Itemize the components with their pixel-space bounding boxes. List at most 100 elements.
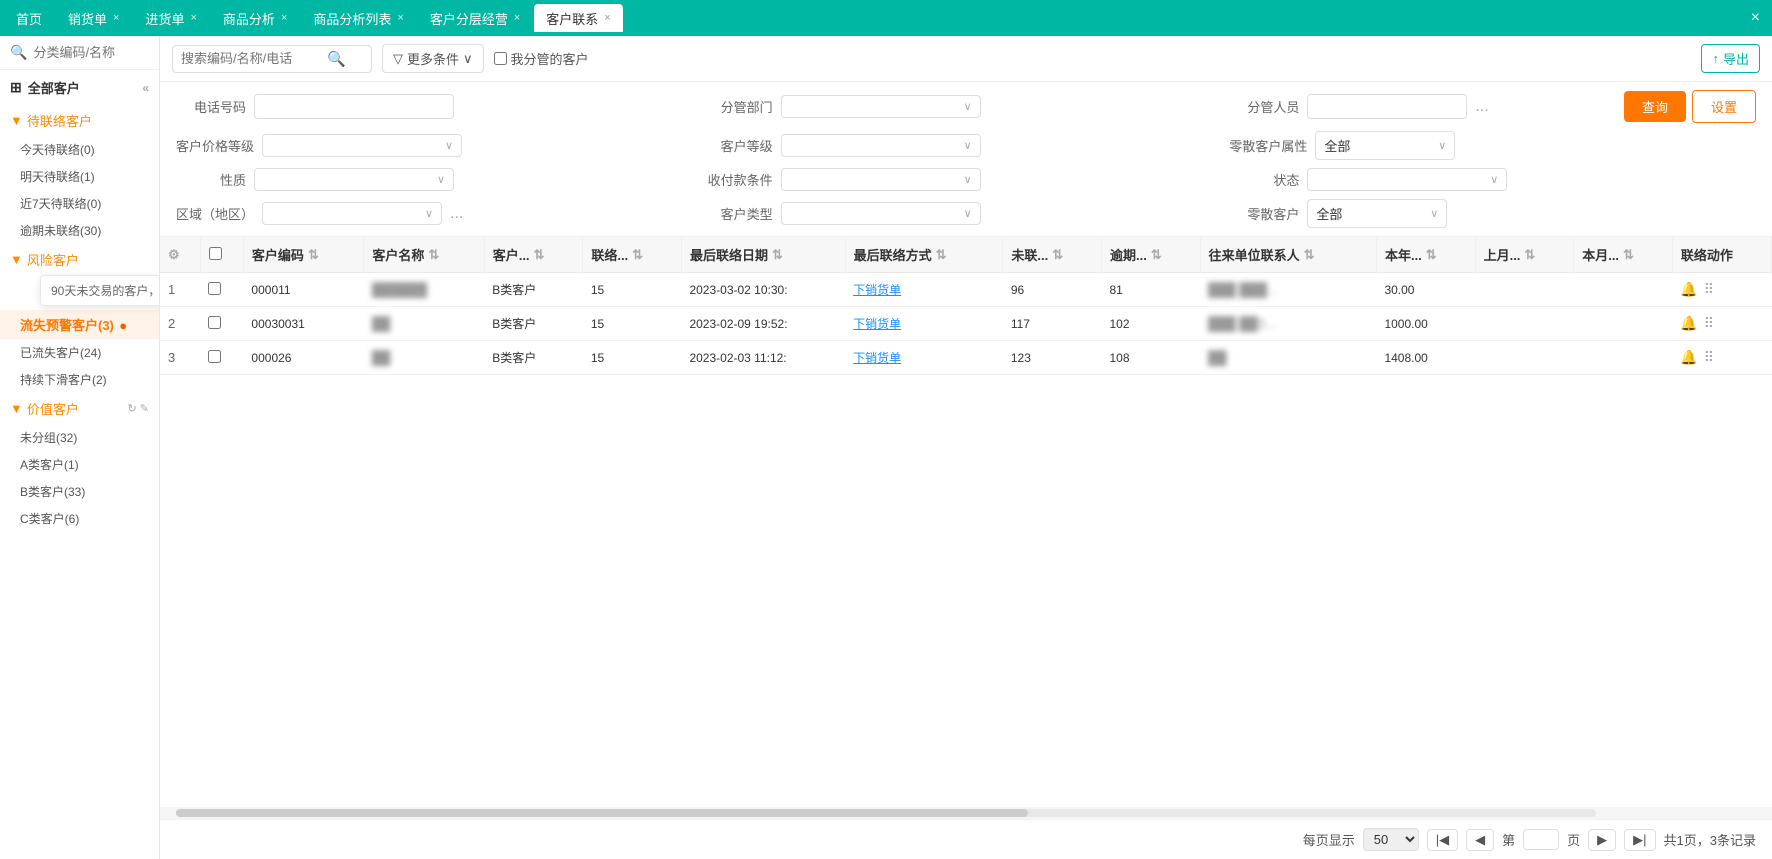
more-icon-3[interactable]: ⠿ [1704,349,1714,366]
contact-icon-1[interactable]: 🔔 [1680,281,1697,298]
col-type[interactable]: 客户... ⇅ [484,237,583,273]
scroll-thumb[interactable] [176,809,1028,817]
sidebar-item-overdue-pending[interactable]: 逾期未联络(30) [0,217,159,244]
customer-type-select[interactable]: ∨ [781,202,981,225]
sidebar-group-risk[interactable]: ▼ 风险客户 [0,244,159,275]
first-page-btn[interactable]: |◀ [1427,829,1458,851]
tab-close-customer-layer[interactable]: × [514,12,520,24]
sort-icon-contact-person: ⇅ [1304,247,1315,263]
area-dots[interactable]: ... [450,205,463,223]
tab-customer-contact[interactable]: 客户联系 × [534,4,622,32]
sidebar-item-class-a[interactable]: A类客户(1) [0,451,159,478]
row-select-3[interactable] [208,350,221,363]
sidebar-group-value[interactable]: ▼ 价值客户 ↻ ✎ [0,393,159,424]
col-last-date[interactable]: 最后联络日期 ⇅ [681,237,845,273]
close-window-icon[interactable]: × [1743,9,1768,27]
tab-home[interactable]: 首页 [4,4,54,32]
tab-product-list[interactable]: 商品分析列表 × [301,4,415,32]
search-input[interactable] [181,51,321,66]
more-filter-button[interactable]: ▽ 更多条件 ∨ [382,44,484,73]
retail-customer-select[interactable]: 全部 ∨ [1307,199,1447,228]
tab-close-product-analysis[interactable]: × [281,12,287,24]
export-button[interactable]: ↑ 导出 [1701,44,1760,73]
area-select[interactable]: ∨ [262,202,442,225]
scroll-track[interactable] [176,809,1596,817]
per-page-select[interactable]: 50 100 200 [1363,828,1419,851]
manager-input[interactable] [1307,94,1467,119]
tab-purchase[interactable]: 进货单 × [133,4,208,32]
tab-customer-layer[interactable]: 客户分层经营 × [418,4,532,32]
sidebar-item-today-pending[interactable]: 今天待联络(0) [0,136,159,163]
select-all-checkbox[interactable] [209,247,222,260]
my-customers-checkbox[interactable] [494,52,507,65]
row-method-3[interactable]: 下销货单 [845,341,1003,375]
row-select-1[interactable] [208,282,221,295]
sidebar-item-ungrouped[interactable]: 未分组(32) [0,424,159,451]
tab-close-customer-contact[interactable]: × [604,12,610,24]
table-settings-icon[interactable]: ⚙ [168,247,180,262]
row-type-2: B类客户 [484,307,583,341]
row-checkbox-1[interactable] [200,273,243,307]
row-method-2[interactable]: 下销货单 [845,307,1003,341]
sidebar-group-pending[interactable]: ▼ 待联络客户 [0,105,159,136]
search-submit-icon[interactable]: 🔍 [327,50,346,68]
sidebar-item-class-c[interactable]: C类客户(6) [0,505,159,532]
last-page-btn[interactable]: ▶| [1624,829,1655,851]
row-method-1[interactable]: 下销货单 [845,273,1003,307]
manager-dots[interactable]: ... [1475,98,1488,116]
row-checkbox-2[interactable] [200,307,243,341]
dept-select[interactable]: ∨ [781,95,981,118]
sidebar-root[interactable]: ⊞ 全部客户 « [0,70,159,105]
next-page-btn[interactable]: ▶ [1588,829,1616,851]
sidebar-search-input[interactable] [33,45,149,60]
horizontal-scrollbar[interactable] [160,807,1772,819]
page-input[interactable]: 1 [1523,829,1559,850]
gender-select[interactable]: ∨ [254,168,454,191]
prev-page-btn[interactable]: ◀ [1466,829,1494,851]
col-last-method[interactable]: 最后联络方式 ⇅ [845,237,1003,273]
query-button[interactable]: 查询 [1624,91,1686,122]
col-action: 联络动作 [1672,237,1771,273]
retail-customer-dropdown-icon: ∨ [1430,207,1438,220]
sidebar-item-declining[interactable]: 持续下滑客户(2) [0,366,159,393]
col-contact[interactable]: 联络... ⇅ [583,237,682,273]
phone-input[interactable] [254,94,454,119]
col-code[interactable]: 客户编码 ⇅ [243,237,363,273]
settings-button[interactable]: 设置 [1692,90,1756,123]
payment-label: 收付款条件 [703,170,773,189]
contact-icon-2[interactable]: 🔔 [1680,315,1697,332]
col-this-month[interactable]: 本月... ⇅ [1574,237,1673,273]
tab-close-sales[interactable]: × [113,12,119,24]
tab-product-analysis[interactable]: 商品分析 × [211,4,299,32]
my-customers-checkbox-label[interactable]: 我分管的客户 [494,49,589,68]
collapse-btn[interactable]: « [142,81,149,95]
row-checkbox-3[interactable] [200,341,243,375]
sidebar-item-tomorrow-pending[interactable]: 明天待联络(1) [0,163,159,190]
col-settings[interactable]: ⚙ [160,237,200,273]
sidebar-item-week-pending[interactable]: 近7天待联络(0) [0,190,159,217]
sidebar-item-churn-warning[interactable]: 流失预警客户(3) ● [0,310,159,339]
col-checkbox[interactable] [200,237,243,273]
more-icon-1[interactable]: ⠿ [1704,281,1714,298]
price-grade-select[interactable]: ∨ [262,134,462,157]
status-select[interactable]: ∨ [1307,168,1507,191]
col-this-year[interactable]: 本年... ⇅ [1376,237,1475,273]
payment-select[interactable]: ∨ [781,168,981,191]
contact-icon-3[interactable]: 🔔 [1680,349,1697,366]
tab-close-product-list[interactable]: × [397,12,403,24]
tab-close-purchase[interactable]: × [190,12,196,24]
retail-attr-select[interactable]: 全部 ∨ [1315,131,1455,160]
area-label: 区域（地区） [176,204,254,223]
col-overdue[interactable]: 逾期... ⇅ [1101,237,1200,273]
col-not-contact[interactable]: 未联... ⇅ [1003,237,1102,273]
col-last-month[interactable]: 上月... ⇅ [1475,237,1574,273]
col-name[interactable]: 客户名称 ⇅ [364,237,484,273]
row-select-2[interactable] [208,316,221,329]
row-contact-3: 15 [583,341,682,375]
sidebar-item-class-b[interactable]: B类客户(33) [0,478,159,505]
tab-sales[interactable]: 销货单 × [56,4,131,32]
col-contact-person[interactable]: 往来单位联系人 ⇅ [1200,237,1376,273]
more-icon-2[interactable]: ⠿ [1704,315,1714,332]
customer-grade-select[interactable]: ∨ [781,134,981,157]
sidebar-item-lost[interactable]: 已流失客户(24) [0,339,159,366]
